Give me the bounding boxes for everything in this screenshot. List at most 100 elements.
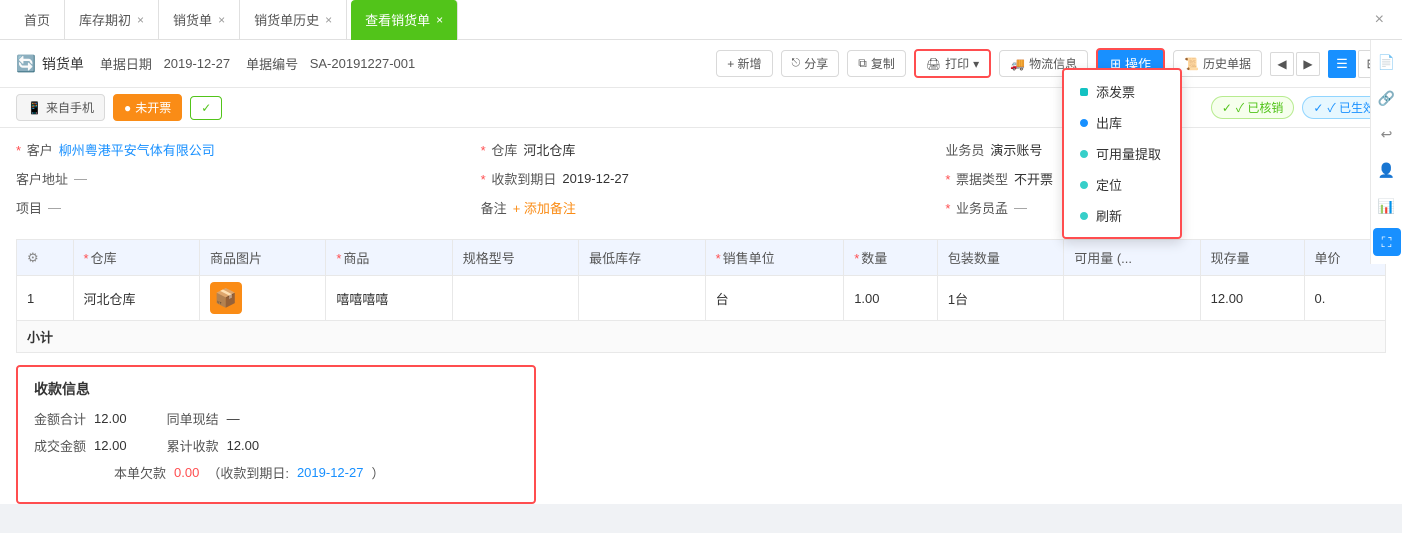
share-button[interactable]: ⎋ 分享 — [781, 50, 840, 77]
payment-date-field: * 收款到期日 2019-12-27 — [481, 169, 922, 188]
ticket-icon: ● — [124, 101, 131, 115]
tab-sales-order-close[interactable]: × — [218, 13, 225, 27]
project-field: 项目 — — [16, 198, 457, 217]
total-amount-item: 金额合计 12.00 — [34, 409, 127, 428]
history-icon: 📜 — [1184, 57, 1199, 71]
warehouse-field: * 仓库 河北仓库 — [481, 140, 922, 159]
sidebar-chart-icon[interactable]: 📊 — [1373, 192, 1401, 220]
warehouse-value: 河北仓库 — [523, 140, 575, 159]
doc-date-label: 单据日期 2019-12-27 — [100, 54, 230, 73]
nav-arrows: ◀ ▶ — [1270, 52, 1320, 76]
action-left: 📱 来自手机 ● 未开票 ✓ — [16, 94, 222, 121]
col-quantity: *数量 — [844, 240, 938, 276]
copy-button[interactable]: ⧉ 复制 — [847, 50, 906, 77]
sidebar-expand-icon[interactable]: ⛶ — [1373, 228, 1401, 256]
logistics-icon: 🚚 — [1010, 57, 1025, 71]
customer-field: * 客户 柳州粤港平安气体有限公司 — [16, 140, 457, 159]
data-table: ⚙ *仓库 商品图片 *商品 规格型号 最低库存 *销售单位 *数量 包装数量 … — [16, 239, 1386, 353]
doc-title: 🔄 销货单 — [16, 54, 84, 74]
table-container: ⚙ *仓库 商品图片 *商品 规格型号 最低库存 *销售单位 *数量 包装数量 … — [0, 239, 1402, 353]
business-value: — — [1014, 200, 1027, 215]
scroll-container[interactable]: ⚙ *仓库 商品图片 *商品 规格型号 最低库存 *销售单位 *数量 包装数量 … — [16, 239, 1386, 353]
cell-product-image: 📦 — [199, 276, 325, 321]
tab-sales-history-close[interactable]: × — [325, 13, 332, 27]
cell-unit-price: 0. — [1304, 276, 1385, 321]
check-button[interactable]: ✓ — [190, 96, 222, 120]
payment-title: 收款信息 — [34, 379, 518, 399]
tab-sales-history[interactable]: 销货单历史 × — [240, 0, 347, 40]
col-current-stock: 现存量 — [1200, 240, 1304, 276]
available-icon — [1080, 150, 1088, 158]
doc-icon: 🔄 — [16, 54, 36, 74]
toolbar: + 新增 ⎋ 分享 ⧉ 复制 🖨 打印 ▾ 🚚 物流信息 — [716, 48, 1386, 79]
from-phone-button[interactable]: 📱 来自手机 — [16, 94, 105, 121]
tab-inventory-init[interactable]: 库存期初 × — [65, 0, 159, 40]
refresh-icon — [1080, 212, 1088, 220]
add-remark-button[interactable]: + 添加备注 — [513, 198, 576, 217]
phone-icon: 📱 — [27, 101, 42, 115]
customer-value[interactable]: 柳州粤港平安气体有限公司 — [59, 140, 215, 159]
prev-arrow[interactable]: ◀ — [1270, 52, 1294, 76]
payment-row-2: 成交金额 12.00 累计收款 12.00 — [34, 436, 518, 455]
cumulative-collection-item: 累计收款 12.00 — [167, 436, 260, 455]
tab-sales-order[interactable]: 销货单 × — [159, 0, 240, 40]
subtotal-label: 小计 — [17, 321, 1386, 353]
ticket-type-value: 不开票 — [1014, 169, 1053, 188]
action-row: 📱 来自手机 ● 未开票 ✓ ✓ ✓ 已核销 ✓ ✓ 已生效 — [0, 88, 1402, 128]
sidebar-doc-icon[interactable]: 📄 — [1373, 48, 1401, 76]
cell-sales-unit: 台 — [705, 276, 844, 321]
sidebar-user-icon[interactable]: 👤 — [1373, 156, 1401, 184]
print-dropdown-arrow: ▾ — [973, 57, 979, 71]
doc-title-text: 销货单 — [42, 54, 84, 74]
next-arrow[interactable]: ▶ — [1296, 52, 1320, 76]
dropdown-item-outbound[interactable]: 出库 — [1064, 107, 1180, 138]
address-value: — — [74, 171, 87, 186]
locate-icon — [1080, 181, 1088, 189]
cell-product: 嘻嘻嘻嘻 — [326, 276, 452, 321]
tab-home[interactable]: 首页 — [10, 0, 65, 40]
col-product-image: 商品图片 — [199, 240, 325, 276]
sold-badge: ✓ ✓ 已核销 — [1211, 96, 1295, 119]
doc-date-value: 2019-12-27 — [164, 56, 231, 71]
transaction-amount-value: 12.00 — [94, 438, 127, 453]
product-image: 📦 — [210, 282, 242, 314]
table-row: 1 河北仓库 📦 嘻嘻嘻嘻 台 1.00 1台 — [17, 276, 1386, 321]
dropdown-item-refresh[interactable]: 刷新 — [1064, 200, 1180, 231]
staff-value: 演示账号 — [990, 140, 1042, 159]
list-view-button[interactable]: ☰ — [1328, 50, 1356, 78]
not-opened-button[interactable]: ● 未开票 — [113, 94, 182, 121]
cumulative-collection-value: 12.00 — [227, 438, 260, 453]
tab-inventory-init-close[interactable]: × — [137, 13, 144, 27]
print-icon: 🖨 — [926, 57, 941, 71]
dropdown-item-invoice[interactable]: 添发票 — [1064, 76, 1180, 107]
dropdown-item-available[interactable]: 可用量提取 — [1064, 138, 1180, 169]
doc-header: 🔄 销货单 单据日期 2019-12-27 单据编号 SA-20191227-0… — [0, 40, 1402, 88]
col-settings[interactable]: ⚙ — [17, 240, 74, 276]
sidebar-link-icon[interactable]: 🔗 — [1373, 84, 1401, 112]
col-sales-unit: *销售单位 — [705, 240, 844, 276]
tab-bar-close-all[interactable]: × — [1367, 11, 1392, 29]
print-button[interactable]: 🖨 打印 ▾ — [914, 49, 991, 78]
col-warehouse: *仓库 — [73, 240, 199, 276]
doc-header-left: 🔄 销货单 单据日期 2019-12-27 单据编号 SA-20191227-0… — [16, 54, 415, 74]
cell-pack-qty: 1台 — [937, 276, 1063, 321]
action-right: ✓ ✓ 已核销 ✓ ✓ 已生效 — [1211, 96, 1386, 119]
check-icon: ✓ — [201, 101, 211, 115]
history-button[interactable]: 📜 历史单据 — [1173, 50, 1262, 77]
col-min-stock: 最低库存 — [579, 240, 705, 276]
form-section: * 客户 柳州粤港平安气体有限公司 * 仓库 河北仓库 业务员 — [0, 128, 1402, 239]
new-button[interactable]: + 新增 — [716, 50, 772, 77]
share-icon: ⎋ — [792, 57, 801, 70]
cell-spec — [452, 276, 578, 321]
gear-icon[interactable]: ⚙ — [27, 250, 39, 265]
cell-quantity: 1.00 — [844, 276, 938, 321]
payment-row-3: 本单欠款 0.00 （收款到期日: 2019-12-27 ） — [34, 463, 518, 482]
tab-view-sales-close[interactable]: × — [436, 13, 443, 27]
payment-date-value: 2019-12-27 — [562, 171, 629, 186]
debt-date-value: 2019-12-27 — [297, 465, 364, 480]
tab-view-sales[interactable]: 查看销货单 × — [351, 0, 458, 40]
doc-meta: 单据日期 2019-12-27 单据编号 SA-20191227-001 — [100, 54, 415, 73]
doc-number-value: SA-20191227-001 — [310, 56, 416, 71]
sidebar-return-icon[interactable]: ↩ — [1373, 120, 1401, 148]
dropdown-item-locate[interactable]: 定位 — [1064, 169, 1180, 200]
